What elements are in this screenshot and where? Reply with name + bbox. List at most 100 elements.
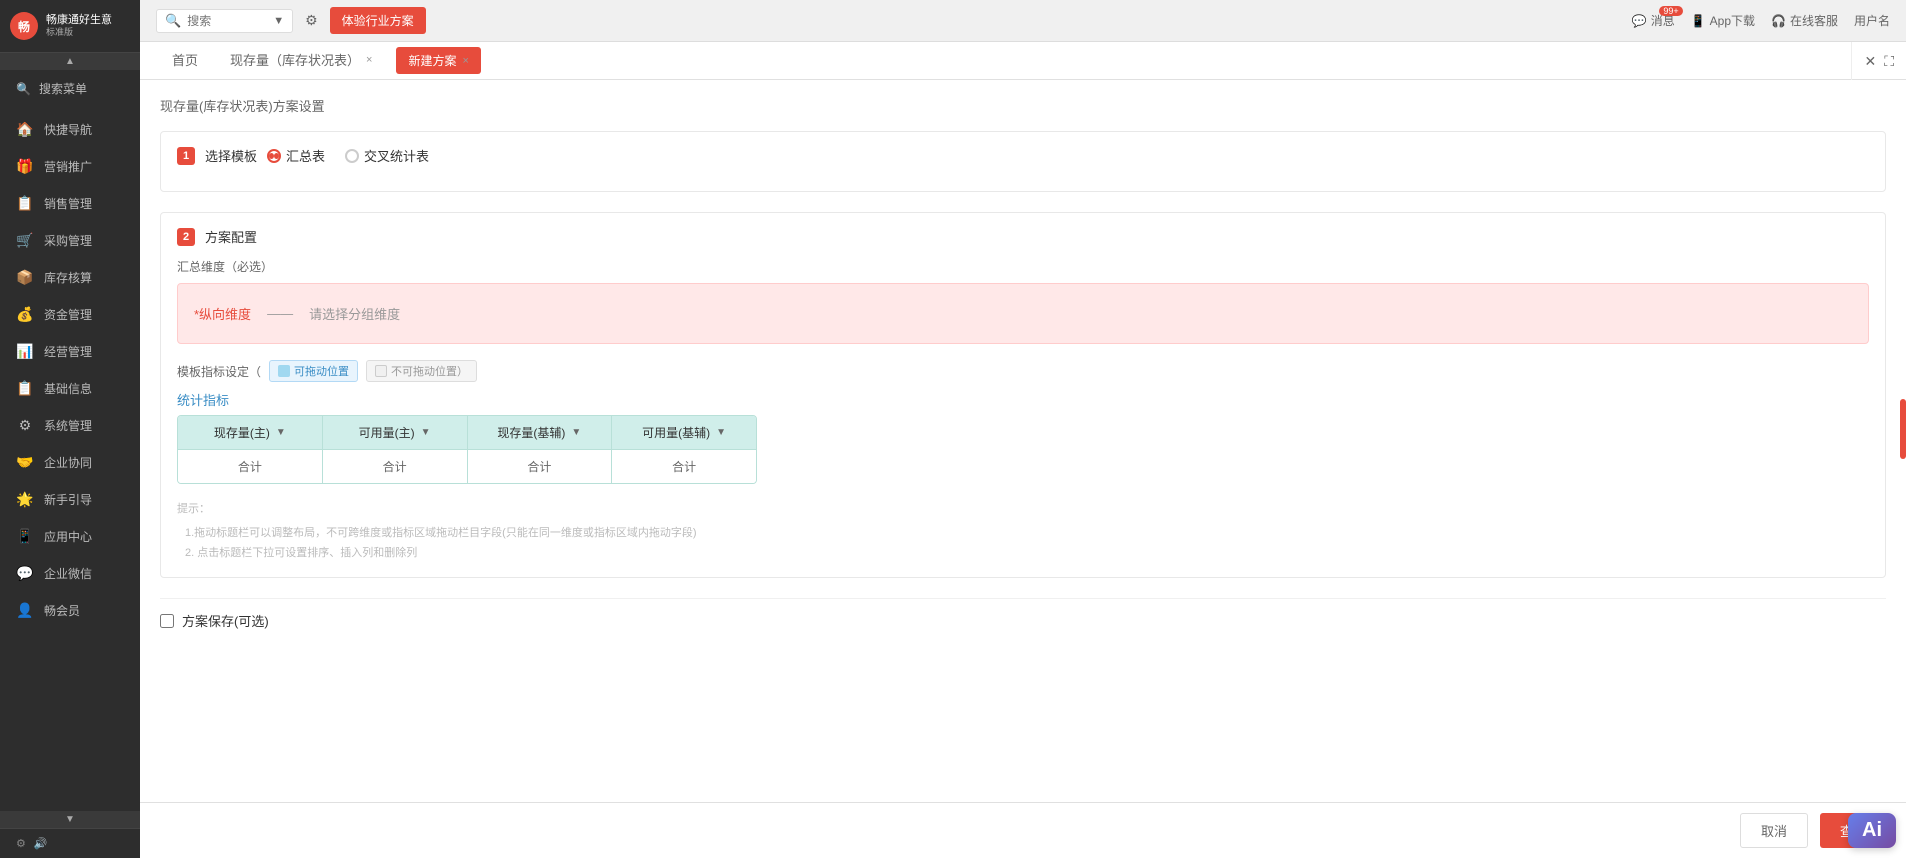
tab-inventory-close[interactable]: × (366, 54, 372, 66)
draggable-tag: 可拖动位置 (269, 360, 358, 382)
search-icon: 🔍 (16, 82, 31, 96)
message-icon: 💬 (1632, 14, 1647, 28)
sidebar-item-app-center[interactable]: 📱 应用中心 (0, 518, 140, 555)
sidebar-item-sales[interactable]: 📋 销售管理 (0, 185, 140, 222)
topbar-gear-icon[interactable]: ⚙ (305, 12, 318, 29)
section1-num: 1 (177, 147, 195, 165)
logo-text: 畅康通好生意 标准版 (46, 13, 112, 39)
content-area: 现存量(库存状况表)方案设置 1 选择模板 汇总表 交叉统计表 (140, 80, 1906, 802)
non-draggable-tag: 不可拖动位置） (366, 360, 477, 382)
topbar-right: 💬 消息 99+ 📱 App下载 🎧 在线客服 用户名 (1632, 12, 1890, 29)
sales-icon: 📋 (16, 195, 34, 212)
col-available-main[interactable]: 可用量(主) ▼ (323, 416, 468, 449)
save-label: 方案保存(可选) (182, 611, 269, 630)
window-expand-button[interactable]: ⛶ (1884, 53, 1894, 70)
window-controls: ✕ ⛶ (1851, 42, 1906, 80)
topbar-search-icon: 🔍 (165, 13, 181, 29)
indicator-table-body: 合计 合计 合计 合计 (178, 449, 756, 483)
dimension-required: *纵向维度 (194, 304, 251, 323)
tab-new-plan-close[interactable]: × (462, 55, 468, 67)
sidebar-item-finance[interactable]: 💰 资金管理 (0, 296, 140, 333)
system-icon: ⚙ (16, 417, 34, 434)
experience-industry-button[interactable]: 体验行业方案 (330, 7, 426, 34)
topbar-search-box[interactable]: 🔍 ▼ (156, 9, 293, 33)
section-choose-template: 1 选择模板 汇总表 交叉统计表 (160, 131, 1886, 192)
sidebar-item-marketing[interactable]: 🎁 营销推广 (0, 148, 140, 185)
sidebar-item-system[interactable]: ⚙ 系统管理 (0, 407, 140, 444)
save-checkbox[interactable] (160, 614, 174, 628)
section2-header: 2 方案配置 (177, 227, 1869, 246)
tab-inventory[interactable]: 现存量（库存状况表） × (214, 42, 388, 79)
user-menu-button[interactable]: 用户名 (1854, 12, 1890, 29)
tip-2: 2. 点击标题栏下拉可设置排序、插入列和删除列 (177, 544, 1869, 564)
stats-section: 统计指标 现存量(主) ▼ 可用量(主) ▼ 现存量(基辅) (177, 390, 1869, 484)
member-icon: 👤 (16, 602, 34, 619)
sidebar-item-quick-nav[interactable]: 🏠 快捷导航 (0, 111, 140, 148)
window-close-button[interactable]: ✕ (1864, 53, 1876, 70)
topbar-dropdown-icon[interactable]: ▼ (273, 15, 284, 27)
sidebar-item-wechat[interactable]: 💬 企业微信 (0, 555, 140, 592)
section1-title: 选择模板 (205, 146, 257, 165)
sidebar-item-purchase[interactable]: 🛒 采购管理 (0, 222, 140, 259)
app-download-button[interactable]: 📱 App下载 (1691, 12, 1755, 29)
dimension-row: *纵向维度 —— 请选择分组维度 (194, 304, 1852, 323)
col-available-aux-chevron[interactable]: ▼ (716, 427, 726, 438)
sidebar-scroll-down[interactable]: ▼ (0, 811, 140, 828)
dimension-separator: —— (267, 306, 293, 321)
radio-cross-circle (345, 149, 359, 163)
radio-cross[interactable]: 交叉统计表 (345, 146, 429, 165)
tip-1: 1.拖动标题栏可以调整布局，不可跨维度或指标区域拖动栏目字段(只能在同一维度或指… (177, 524, 1869, 544)
tab-new-plan[interactable]: 新建方案 × (396, 47, 480, 74)
cell-available-main: 合计 (323, 450, 468, 483)
col-aux-stock[interactable]: 现存量(基辅) ▼ (468, 416, 613, 449)
operations-icon: 📊 (16, 343, 34, 360)
sidebar-item-member[interactable]: 👤 畅会员 (0, 592, 140, 629)
topbar-search-input[interactable] (187, 14, 267, 28)
online-service-button[interactable]: 🎧 在线客服 (1771, 12, 1838, 29)
page-title: 现存量(库存状况表)方案设置 (160, 96, 1886, 115)
col-available-main-chevron[interactable]: ▼ (421, 427, 431, 438)
settings-footer-icon[interactable]: ⚙ (16, 837, 26, 850)
col-main-stock-chevron[interactable]: ▼ (276, 427, 286, 438)
cell-main-stock: 合计 (178, 450, 323, 483)
section-plan-config: 2 方案配置 汇总维度（必选） *纵向维度 —— 请选择分组维度 模板指标设定（… (160, 212, 1886, 578)
tab-home[interactable]: 首页 (156, 42, 214, 79)
col-available-aux[interactable]: 可用量(基辅) ▼ (612, 416, 756, 449)
sidebar-item-basic-info[interactable]: 📋 基础信息 (0, 370, 140, 407)
sidebar-item-inventory[interactable]: 📦 库存核算 (0, 259, 140, 296)
finance-icon: 💰 (16, 306, 34, 323)
indicator-table-header: 现存量(主) ▼ 可用量(主) ▼ 现存量(基辅) ▼ 可用量(基辅) (178, 416, 756, 449)
indicator-settings-label: 模板指标设定（ 可拖动位置 不可拖动位置） (177, 360, 1869, 382)
right-scroll-indicator[interactable] (1900, 399, 1906, 459)
cancel-button[interactable]: 取消 (1740, 813, 1808, 848)
basic-info-icon: 📋 (16, 380, 34, 397)
main-area: 🔍 ▼ ⚙ 体验行业方案 💬 消息 99+ 📱 App下载 🎧 在线客服 用户名 (140, 0, 1906, 858)
mobile-icon: 📱 (1691, 14, 1706, 28)
radio-summary[interactable]: 汇总表 (267, 146, 325, 165)
app-center-icon: 📱 (16, 528, 34, 545)
ai-badge[interactable]: Ai (1848, 813, 1896, 848)
col-aux-stock-chevron[interactable]: ▼ (571, 427, 581, 438)
sidebar-item-corp[interactable]: 🤝 企业协同 (0, 444, 140, 481)
newbie-icon: 🌟 (16, 491, 34, 508)
sidebar-item-operations[interactable]: 📊 经营管理 (0, 333, 140, 370)
sidebar-search-item[interactable]: 🔍 搜索菜单 (0, 70, 140, 107)
audio-footer-icon[interactable]: 🔊 (34, 837, 48, 850)
footer-bar: 取消 查询 (140, 802, 1906, 858)
dimension-config-label: 汇总维度（必选） (177, 258, 1869, 275)
sidebar-logo: 畅 畅康通好生意 标准版 (0, 0, 140, 53)
logo-icon: 畅 (10, 12, 38, 40)
radio-summary-circle (267, 149, 281, 163)
sidebar-nav: 🏠 快捷导航 🎁 营销推广 📋 销售管理 🛒 采购管理 📦 库存核算 💰 资金管… (0, 107, 140, 811)
headset-icon: 🎧 (1771, 14, 1786, 28)
sidebar-item-newbie[interactable]: 🌟 新手引导 (0, 481, 140, 518)
template-radio-group: 汇总表 交叉统计表 (267, 146, 429, 165)
home-icon: 🏠 (16, 121, 34, 138)
messages-button[interactable]: 💬 消息 99+ (1632, 12, 1675, 29)
dimension-placeholder[interactable]: 请选择分组维度 (309, 304, 400, 323)
indicator-table: 现存量(主) ▼ 可用量(主) ▼ 现存量(基辅) ▼ 可用量(基辅) (177, 415, 757, 484)
col-main-stock[interactable]: 现存量(主) ▼ (178, 416, 323, 449)
inventory-icon: 📦 (16, 269, 34, 286)
sidebar-scroll-up[interactable]: ▲ (0, 53, 140, 70)
save-row: 方案保存(可选) (160, 598, 1886, 642)
